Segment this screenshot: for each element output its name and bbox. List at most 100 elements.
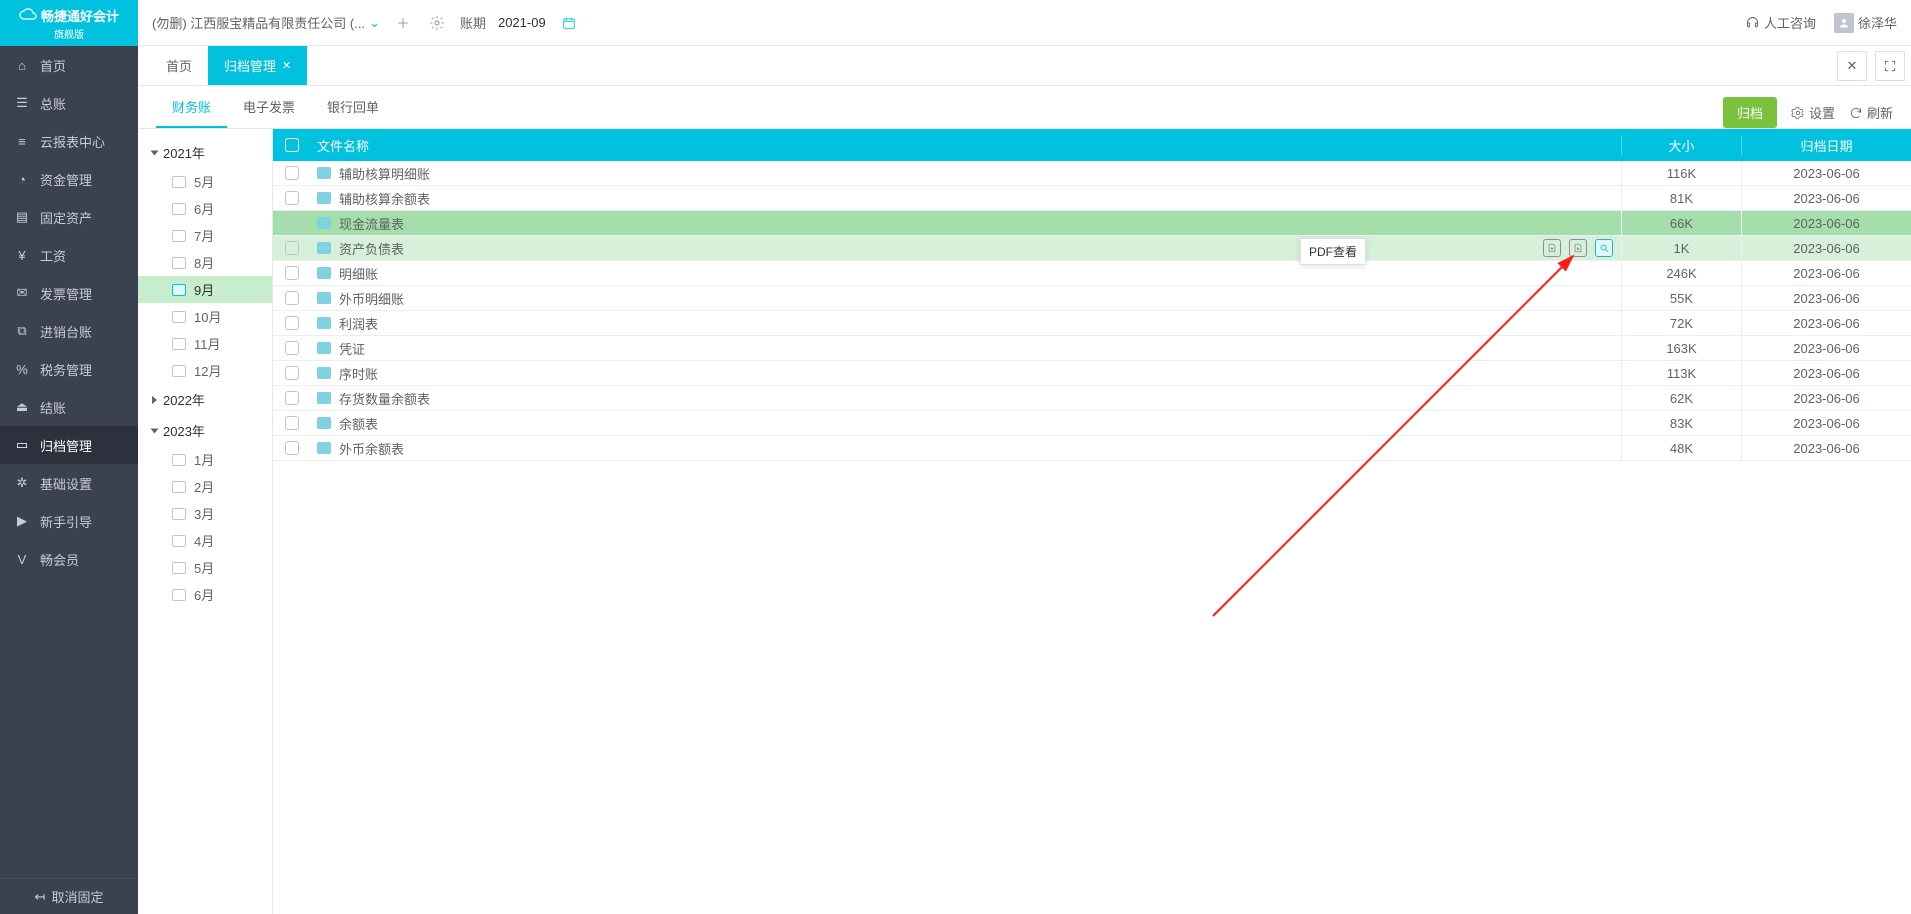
table-row[interactable]: 序时账113K2023-06-06 (273, 361, 1911, 386)
subtab-电子发票[interactable]: 电子发票 (227, 87, 311, 128)
tree-month[interactable]: 12月 (138, 357, 272, 384)
row-checkbox[interactable] (285, 241, 299, 255)
row-checkbox[interactable] (285, 366, 299, 380)
close-tab-button[interactable]: ✕ (1837, 51, 1867, 81)
tree-month[interactable]: 6月 (138, 195, 272, 222)
company-settings-button[interactable] (426, 12, 448, 34)
tree-year[interactable]: 2022年 (138, 384, 272, 415)
user-menu[interactable]: 徐泽华 (1834, 13, 1897, 33)
nav-guide[interactable]: ▶新手引导 (0, 502, 138, 540)
unpin-label: 取消固定 (51, 887, 103, 906)
nav-archive[interactable]: ▭归档管理 (0, 426, 138, 464)
brand-name: 畅捷通好会计 (41, 6, 119, 25)
nav-tax[interactable]: %税务管理 (0, 350, 138, 388)
table-row[interactable]: 外币余额表48K2023-06-06 (273, 436, 1911, 461)
file-name: 序时账 (339, 364, 378, 383)
table-row[interactable]: 资产负债表1K2023-06-06 (273, 236, 1911, 261)
unpin-button[interactable]: ↤ 取消固定 (0, 878, 138, 914)
nav-home[interactable]: ⌂首页 (0, 46, 138, 84)
tab-label: 首页 (166, 56, 192, 75)
tree-month[interactable]: 8月 (138, 249, 272, 276)
row-checkbox[interactable] (285, 441, 299, 455)
tab-首页[interactable]: 首页 (150, 46, 208, 85)
month-label: 5月 (194, 172, 214, 191)
cloud-icon (19, 8, 37, 22)
table-row[interactable]: 外币明细账55K2023-06-06 (273, 286, 1911, 311)
tree-month[interactable]: 7月 (138, 222, 272, 249)
tax-icon: % (14, 361, 30, 377)
nav-close-period[interactable]: ⏏结账 (0, 388, 138, 426)
nav-fund[interactable]: ◔资金管理 (0, 160, 138, 198)
folder-icon (172, 176, 186, 188)
file-icon (317, 267, 331, 279)
file-size: 246K (1621, 261, 1741, 285)
file-icon (317, 217, 331, 229)
file-name: 外币明细账 (339, 289, 404, 308)
company-selector[interactable]: (勿删) 江西服宝精品有限责任公司 (... ⌄ (152, 13, 380, 32)
view-pdf-icon[interactable] (1595, 239, 1613, 257)
tab-归档管理[interactable]: 归档管理✕ (208, 46, 307, 85)
table-row[interactable]: 明细账246K2023-06-06 (273, 261, 1911, 286)
table-row[interactable]: 现金流量表66K2023-06-06 (273, 211, 1911, 236)
download-xml-icon[interactable] (1543, 239, 1561, 257)
fullscreen-button[interactable] (1875, 51, 1905, 81)
tree-month[interactable]: 6月 (138, 581, 272, 608)
home-icon: ⌂ (14, 57, 30, 73)
nav-vip[interactable]: V畅会员 (0, 540, 138, 578)
subtab-财务账[interactable]: 财务账 (156, 87, 227, 128)
tree-month[interactable]: 10月 (138, 303, 272, 330)
tree-month[interactable]: 3月 (138, 500, 272, 527)
select-all-checkbox[interactable] (285, 138, 299, 152)
archive-button[interactable]: 归档 (1723, 97, 1777, 128)
tree-month[interactable]: 9月 (138, 276, 272, 303)
report-icon: ≡ (14, 133, 30, 149)
nav-salary[interactable]: ¥工资 (0, 236, 138, 274)
nav-invoice[interactable]: ✉发票管理 (0, 274, 138, 312)
period-label: 账期 (460, 13, 486, 32)
row-checkbox[interactable] (285, 166, 299, 180)
file-size: 163K (1621, 336, 1741, 360)
nav-ledger[interactable]: ☰总账 (0, 84, 138, 122)
row-checkbox[interactable] (285, 191, 299, 205)
row-checkbox[interactable] (285, 416, 299, 430)
nav-report[interactable]: ≡云报表中心 (0, 122, 138, 160)
tree-year[interactable]: 2023年 (138, 415, 272, 446)
username: 徐泽华 (1858, 13, 1897, 32)
row-checkbox[interactable] (285, 266, 299, 280)
settings-link[interactable]: 设置 (1791, 103, 1835, 122)
nav-stock[interactable]: ⧉进销台账 (0, 312, 138, 350)
tree-month[interactable]: 4月 (138, 527, 272, 554)
row-checkbox[interactable] (285, 216, 299, 230)
tree-month[interactable]: 1月 (138, 446, 272, 473)
file-icon (317, 167, 331, 179)
nav-settings[interactable]: ✲基础设置 (0, 464, 138, 502)
row-checkbox[interactable] (285, 341, 299, 355)
refresh-link[interactable]: 刷新 (1849, 103, 1893, 122)
tree-month[interactable]: 5月 (138, 554, 272, 581)
table-row[interactable]: 余额表83K2023-06-06 (273, 411, 1911, 436)
table-row[interactable]: 利润表72K2023-06-06 (273, 311, 1911, 336)
subtab-银行回单[interactable]: 银行回单 (311, 87, 395, 128)
calendar-icon[interactable] (558, 12, 580, 34)
close-icon[interactable]: ✕ (282, 59, 291, 72)
table-row[interactable]: 辅助核算余额表81K2023-06-06 (273, 186, 1911, 211)
add-company-button[interactable]: ＋ (392, 12, 414, 34)
table-row[interactable]: 存货数量余额表62K2023-06-06 (273, 386, 1911, 411)
tree-year[interactable]: 2021年 (138, 137, 272, 168)
nav-asset[interactable]: ▤固定资产 (0, 198, 138, 236)
tree-month[interactable]: 2月 (138, 473, 272, 500)
refresh-icon (1849, 106, 1863, 120)
file-size: 62K (1621, 386, 1741, 410)
period-value[interactable]: 2021-09 (498, 15, 546, 30)
folder-icon (172, 257, 186, 269)
table-row[interactable]: 凭证163K2023-06-06 (273, 336, 1911, 361)
row-checkbox[interactable] (285, 316, 299, 330)
table-row[interactable]: 辅助核算明细账116K2023-06-06 (273, 161, 1911, 186)
tree-month[interactable]: 11月 (138, 330, 272, 357)
download-pdf-icon[interactable] (1569, 239, 1587, 257)
row-checkbox[interactable] (285, 391, 299, 405)
row-checkbox[interactable] (285, 291, 299, 305)
tree-month[interactable]: 5月 (138, 168, 272, 195)
consult-button[interactable]: 人工咨询 (1745, 13, 1816, 32)
main-area: (勿删) 江西服宝精品有限责任公司 (... ⌄ ＋ 账期 2021-09 人工… (138, 0, 1911, 914)
